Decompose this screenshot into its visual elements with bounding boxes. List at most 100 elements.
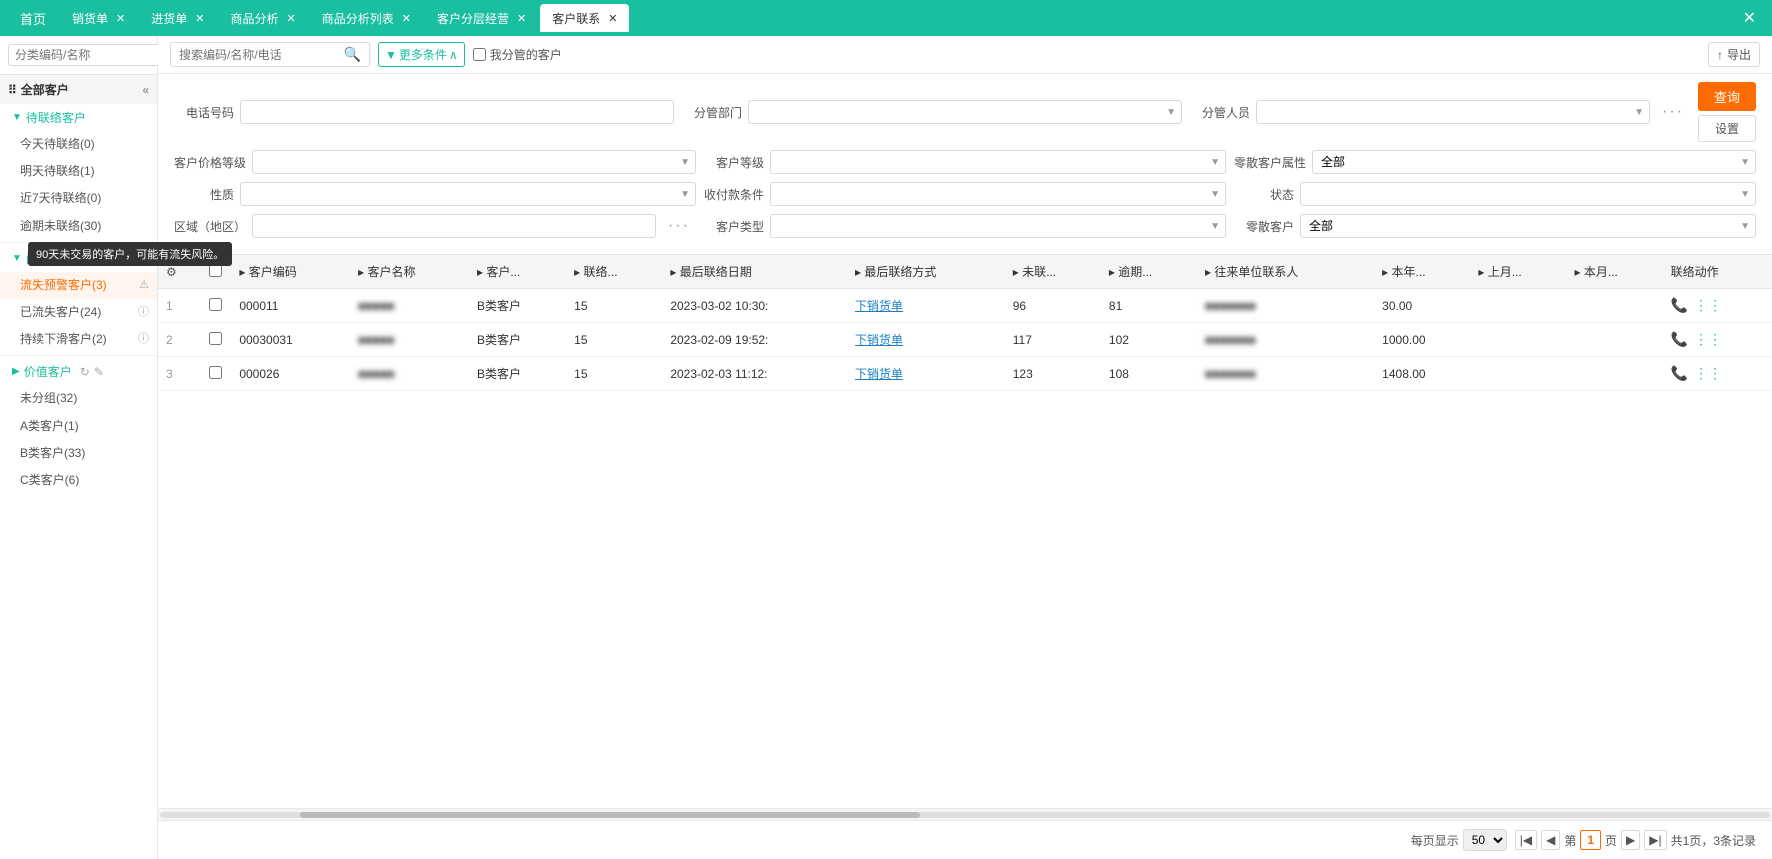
sidebar-item-tomorrow-contact[interactable]: 明天待联络(1) (0, 158, 157, 185)
first-page-button[interactable]: |◀ (1515, 830, 1537, 850)
sparse-customer-select[interactable]: 全部 (1300, 214, 1756, 238)
tab-purchase-close[interactable]: ✕ (195, 12, 204, 25)
price-level-select[interactable] (252, 150, 696, 174)
th-last-month: ▸ 上月... (1470, 255, 1566, 289)
manager-more-btn[interactable]: ··· (1656, 103, 1690, 121)
payment-wrap: ▼ (770, 182, 1226, 206)
dept-select-wrap: ▼ (748, 100, 1182, 124)
sidebar-root[interactable]: ⠿ 全部客户 « (0, 75, 157, 104)
th-overdue: ▸ 逾期... (1101, 255, 1197, 289)
row-contact-person-2: ■■■■■■■ (1197, 323, 1374, 357)
th-no-contact: ▸ 未联... (1005, 255, 1101, 289)
tab-sales-close[interactable]: ✕ (116, 12, 125, 25)
info-icon: ⓘ (138, 304, 149, 322)
row-this-year-2: 1000.00 (1374, 323, 1470, 357)
row-code-2: 00030031 (231, 323, 350, 357)
sidebar-collapse-icon[interactable]: « (142, 83, 149, 97)
row-code-3: 000026 (231, 357, 350, 391)
sidebar-item-churned[interactable]: 已流失客户(24) ⓘ (0, 299, 157, 326)
tab-home[interactable]: 首页 (8, 9, 58, 28)
sidebar-item-class-c[interactable]: C类客户(6) (0, 467, 157, 494)
sidebar-item-class-b[interactable]: B类客户(33) (0, 440, 157, 467)
scroll-thumb[interactable] (300, 812, 920, 818)
th-this-year: ▸ 本年... (1374, 255, 1470, 289)
search-button[interactable]: 🔍 (344, 46, 361, 63)
th-name: ▸ 客户名称 (350, 255, 469, 289)
customer-table: ⚙ ▸ 客户编码 ▸ 客户名称 ▸ (158, 255, 1772, 391)
row-contact-person-1: ■■■■■■■ (1197, 289, 1374, 323)
customer-level-select[interactable] (770, 150, 1226, 174)
tab-sales[interactable]: 销货单 ✕ (60, 4, 137, 32)
more-icon-2[interactable]: ⋮⋮ (1694, 331, 1722, 348)
th-last-way: ▸ 最后联络方式 (847, 255, 1005, 289)
tab-product-list-close[interactable]: ✕ (402, 12, 411, 25)
sidebar-item-today-contact[interactable]: 今天待联络(0) (0, 131, 157, 158)
page-size-select[interactable]: 50 (1463, 829, 1507, 851)
pagination: 每页显示 50 |◀ ◀ 第 1 页 ▶ ▶| 共1页，3条记录 (158, 820, 1772, 859)
refresh-icon[interactable]: ↻ (80, 365, 90, 379)
tab-product-analysis-close[interactable]: ✕ (287, 12, 296, 25)
sidebar-item-class-a[interactable]: A类客户(1) (0, 413, 157, 440)
filter-sparse-customer: 零散客户 全部 ▼ (1234, 214, 1756, 238)
sidebar-group-pending[interactable]: ▼ 待联络客户 (0, 104, 157, 131)
last-page-button[interactable]: ▶| (1644, 830, 1666, 850)
manager-select[interactable] (1256, 100, 1650, 124)
tab-purchase[interactable]: 进货单 ✕ (139, 4, 216, 32)
tab-product-list[interactable]: 商品分析列表 ✕ (310, 4, 423, 32)
settings-button[interactable]: 设置 (1698, 115, 1756, 142)
prev-page-button[interactable]: ◀ (1541, 830, 1560, 850)
my-customer-checkbox[interactable] (473, 48, 486, 61)
close-all-button[interactable]: ✕ (1735, 8, 1764, 28)
tab-customer-contact[interactable]: 客户联系 ✕ (540, 4, 629, 32)
status-select[interactable] (1300, 182, 1756, 206)
row-checkbox-1[interactable] (201, 289, 231, 323)
row-checkbox-2[interactable] (201, 323, 231, 357)
sidebar-item-7days-contact[interactable]: 近7天待联络(0) (0, 185, 157, 212)
row-last-month-3 (1470, 357, 1566, 391)
scroll-track (160, 812, 1770, 818)
contact-icon-2[interactable]: 📞 (1671, 331, 1688, 348)
edit-icon[interactable]: ✎ (94, 365, 104, 379)
sidebar-group-value[interactable]: ▶ 价值客户 ↻ ✎ (0, 358, 157, 385)
phone-input[interactable] (240, 100, 674, 124)
contact-icon-3[interactable]: 📞 (1671, 365, 1688, 382)
next-page-button[interactable]: ▶ (1621, 830, 1640, 850)
query-button[interactable]: 查询 (1698, 82, 1756, 111)
nature-select[interactable] (240, 182, 696, 206)
dept-select[interactable] (748, 100, 1182, 124)
sidebar-search-input[interactable] (8, 44, 177, 66)
sidebar-content: ▼ 待联络客户 今天待联络(0) 明天待联络(1) 近7天待联络(0) 逾期未联… (0, 104, 157, 859)
sidebar-item-overdue-contact[interactable]: 逾期未联络(30) (0, 213, 157, 240)
contact-icon-1[interactable]: 📞 (1671, 297, 1688, 314)
export-button[interactable]: ↑ 导出 (1708, 42, 1760, 67)
sidebar-item-churn-warning[interactable]: 流失预警客户(3) ⚠ (0, 272, 157, 299)
tab-customer-contact-close[interactable]: ✕ (608, 12, 617, 25)
region-more-btn[interactable]: ··· (662, 217, 696, 235)
row-overdue-1: 81 (1101, 289, 1197, 323)
horizontal-scrollbar[interactable] (158, 808, 1772, 820)
more-filter-button[interactable]: ▼ 更多条件 ∧ (378, 42, 465, 67)
region-input[interactable] (252, 214, 656, 238)
row-last-way-2: 下销货单 (847, 323, 1005, 357)
filter-manager: 分管人员 ▼ ··· (1190, 100, 1690, 124)
sidebar-item-ungrouped[interactable]: 未分组(32) (0, 385, 157, 412)
tab-customer-tier-close[interactable]: ✕ (517, 12, 526, 25)
customer-type-select[interactable] (770, 214, 1226, 238)
payment-select[interactable] (770, 182, 1226, 206)
tab-product-analysis[interactable]: 商品分析 ✕ (218, 4, 307, 32)
sparse-attr-select[interactable]: 全部 (1312, 150, 1756, 174)
search-input[interactable] (179, 48, 340, 62)
row-name-3: ■■■■■ (350, 357, 469, 391)
filter-payment: 收付款条件 ▼ (704, 182, 1226, 206)
row-last-month-1 (1470, 289, 1566, 323)
action-icons-1: 📞 ⋮⋮ (1671, 297, 1764, 314)
row-contact-count-3: 15 (566, 357, 662, 391)
more-icon-1[interactable]: ⋮⋮ (1694, 297, 1722, 314)
page-nav: |◀ ◀ 第 1 页 ▶ ▶| 共1页，3条记录 (1515, 830, 1756, 850)
row-name-1: ■■■■■ (350, 289, 469, 323)
tab-customer-tier[interactable]: 客户分层经营 ✕ (425, 4, 538, 32)
more-icon-3[interactable]: ⋮⋮ (1694, 365, 1722, 382)
main-layout: 🔍 ⠿ 全部客户 « ▼ 待联络客户 今天待联络(0) 明天待联络(1) 近7天… (0, 36, 1772, 859)
row-checkbox-3[interactable] (201, 357, 231, 391)
sidebar-item-declining[interactable]: 持续下滑客户(2) ⓘ (0, 326, 157, 353)
